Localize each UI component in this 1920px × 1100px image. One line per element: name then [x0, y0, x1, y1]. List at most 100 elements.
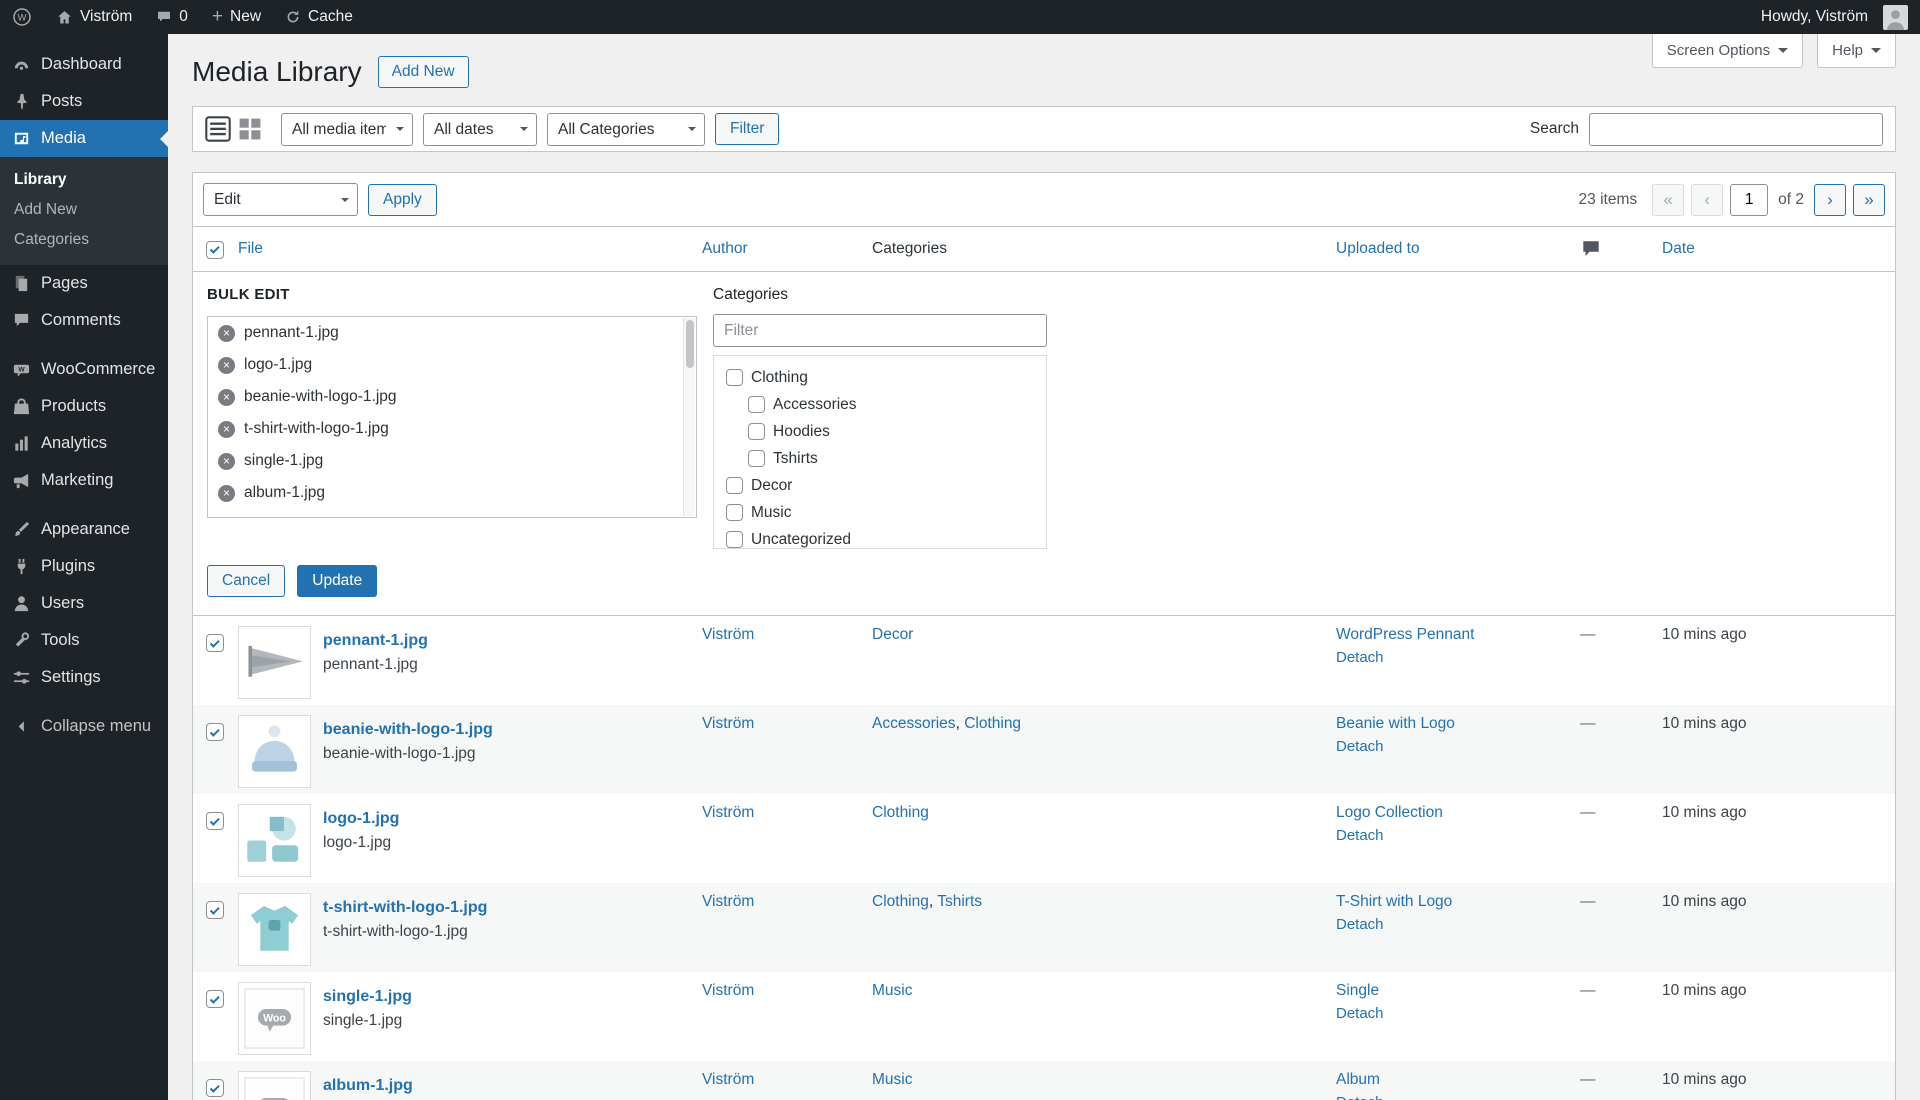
sidebar-item-appearance[interactable]: Appearance: [0, 511, 168, 548]
detach-link[interactable]: Detach: [1336, 827, 1570, 844]
category-link[interactable]: Clothing: [872, 893, 929, 910]
detach-link[interactable]: Detach: [1336, 916, 1570, 933]
update-button[interactable]: Update: [297, 565, 378, 597]
add-new-button[interactable]: Add New: [377, 56, 469, 88]
author-link[interactable]: Viström: [702, 804, 754, 821]
scrollbar-thumb[interactable]: [685, 320, 694, 368]
select-all-checkbox[interactable]: [206, 240, 224, 259]
thumbnail-pennant[interactable]: [238, 626, 311, 699]
media-title-link[interactable]: album-1.jpg: [323, 1077, 413, 1095]
sidebar-item-pages[interactable]: Pages: [0, 265, 168, 302]
category-checkbox[interactable]: [748, 396, 765, 413]
uploaded-to-link[interactable]: Album: [1336, 1071, 1570, 1089]
comments-column-icon[interactable]: [1580, 238, 1652, 260]
current-page-input[interactable]: [1730, 183, 1769, 216]
grid-view-icon[interactable]: [237, 116, 263, 142]
sidebar-item-tools[interactable]: Tools: [0, 622, 168, 659]
detach-link[interactable]: Detach: [1336, 1005, 1570, 1022]
thumbnail-tshirt[interactable]: [238, 893, 311, 966]
sort-by-file-header[interactable]: File: [238, 240, 263, 257]
detach-link[interactable]: Detach: [1336, 738, 1570, 755]
thumbnail-logo-collection[interactable]: [238, 804, 311, 877]
uploaded-to-link[interactable]: Beanie with Logo: [1336, 715, 1570, 733]
remove-file-icon[interactable]: ×: [218, 452, 235, 470]
remove-file-icon[interactable]: ×: [218, 388, 235, 406]
sidebar-item-plugins[interactable]: Plugins: [0, 548, 168, 585]
filter-button[interactable]: Filter: [715, 113, 780, 145]
category-link[interactable]: Music: [872, 982, 912, 999]
cancel-button[interactable]: Cancel: [207, 565, 286, 597]
remove-file-icon[interactable]: ×: [218, 356, 235, 374]
howdy-account-menu[interactable]: Howdy, Viström: [1749, 0, 1920, 34]
remove-file-icon[interactable]: ×: [218, 420, 235, 438]
site-name-menu[interactable]: Viström: [44, 0, 144, 34]
sidebar-subitem-library[interactable]: Library: [0, 165, 168, 195]
new-content-menu[interactable]: + New: [200, 0, 273, 34]
help-button[interactable]: Help: [1817, 34, 1896, 68]
detach-link[interactable]: Detach: [1336, 1094, 1570, 1100]
category-link[interactable]: Tshirts: [937, 893, 982, 910]
category-checkbox[interactable]: [726, 531, 743, 548]
sidebar-item-comments[interactable]: Comments: [0, 302, 168, 339]
category-link[interactable]: Accessories: [872, 715, 956, 732]
bulk-action-select[interactable]: Edit: [203, 183, 358, 216]
sidebar-item-settings[interactable]: Settings: [0, 659, 168, 696]
last-page-button[interactable]: »: [1853, 183, 1885, 216]
cache-menu[interactable]: Cache: [273, 0, 365, 34]
row-checkbox[interactable]: [206, 990, 224, 1008]
category-checkbox[interactable]: [748, 450, 765, 467]
sidebar-item-woocommerce[interactable]: W WooCommerce: [0, 351, 168, 388]
search-input[interactable]: [1589, 112, 1883, 146]
sidebar-item-users[interactable]: Users: [0, 585, 168, 622]
next-page-button[interactable]: ›: [1814, 183, 1846, 216]
author-link[interactable]: Viström: [702, 893, 754, 910]
apply-button[interactable]: Apply: [368, 183, 437, 216]
row-checkbox[interactable]: [206, 634, 224, 652]
sidebar-subitem-add-new[interactable]: Add New: [0, 195, 168, 225]
category-link[interactable]: Clothing: [964, 715, 1021, 732]
media-title-link[interactable]: single-1.jpg: [323, 988, 412, 1006]
row-checkbox[interactable]: [206, 901, 224, 919]
category-link[interactable]: Decor: [872, 626, 913, 643]
sidebar-item-marketing[interactable]: Marketing: [0, 462, 168, 499]
row-checkbox[interactable]: [206, 1079, 224, 1097]
author-link[interactable]: Viström: [702, 626, 754, 643]
list-view-icon[interactable]: [205, 116, 231, 142]
media-type-select[interactable]: All media items: [281, 112, 413, 146]
uploaded-to-link[interactable]: Logo Collection: [1336, 804, 1570, 822]
row-checkbox[interactable]: [206, 812, 224, 830]
category-link[interactable]: Music: [872, 1071, 912, 1088]
sort-by-author-header[interactable]: Author: [702, 240, 748, 257]
remove-file-icon[interactable]: ×: [218, 484, 235, 502]
media-title-link[interactable]: logo-1.jpg: [323, 810, 399, 828]
detach-link[interactable]: Detach: [1336, 649, 1570, 666]
uploaded-to-link[interactable]: WordPress Pennant: [1336, 626, 1570, 644]
uploaded-to-link[interactable]: Single: [1336, 982, 1570, 1000]
sidebar-item-dashboard[interactable]: Dashboard: [0, 46, 168, 83]
wordpress-logo-menu[interactable]: W: [0, 0, 44, 34]
sidebar-item-products[interactable]: Products: [0, 388, 168, 425]
thumbnail-album[interactable]: Woo: [238, 1071, 311, 1100]
category-checkbox[interactable]: [726, 504, 743, 521]
sort-by-uploaded-to-header[interactable]: Uploaded to: [1336, 240, 1420, 257]
thumbnail-beanie[interactable]: [238, 715, 311, 788]
category-checkbox[interactable]: [726, 369, 743, 386]
sidebar-item-media[interactable]: Media: [0, 120, 168, 157]
category-checkbox[interactable]: [726, 477, 743, 494]
collapse-menu-button[interactable]: Collapse menu: [0, 708, 168, 745]
category-checkbox[interactable]: [748, 423, 765, 440]
date-filter-select[interactable]: All dates: [423, 112, 537, 146]
remove-file-icon[interactable]: ×: [218, 324, 235, 342]
media-title-link[interactable]: pennant-1.jpg: [323, 632, 428, 650]
media-title-link[interactable]: beanie-with-logo-1.jpg: [323, 721, 493, 739]
sort-by-date-header[interactable]: Date: [1662, 240, 1695, 257]
uploaded-to-link[interactable]: T-Shirt with Logo: [1336, 893, 1570, 911]
row-checkbox[interactable]: [206, 723, 224, 741]
sidebar-subitem-categories[interactable]: Categories: [0, 225, 168, 255]
category-filter-input[interactable]: [713, 314, 1047, 347]
screen-options-button[interactable]: Screen Options: [1651, 34, 1804, 68]
thumbnail-single[interactable]: Woo: [238, 982, 311, 1055]
media-title-link[interactable]: t-shirt-with-logo-1.jpg: [323, 899, 487, 917]
sidebar-item-posts[interactable]: Posts: [0, 83, 168, 120]
author-link[interactable]: Viström: [702, 1071, 754, 1088]
